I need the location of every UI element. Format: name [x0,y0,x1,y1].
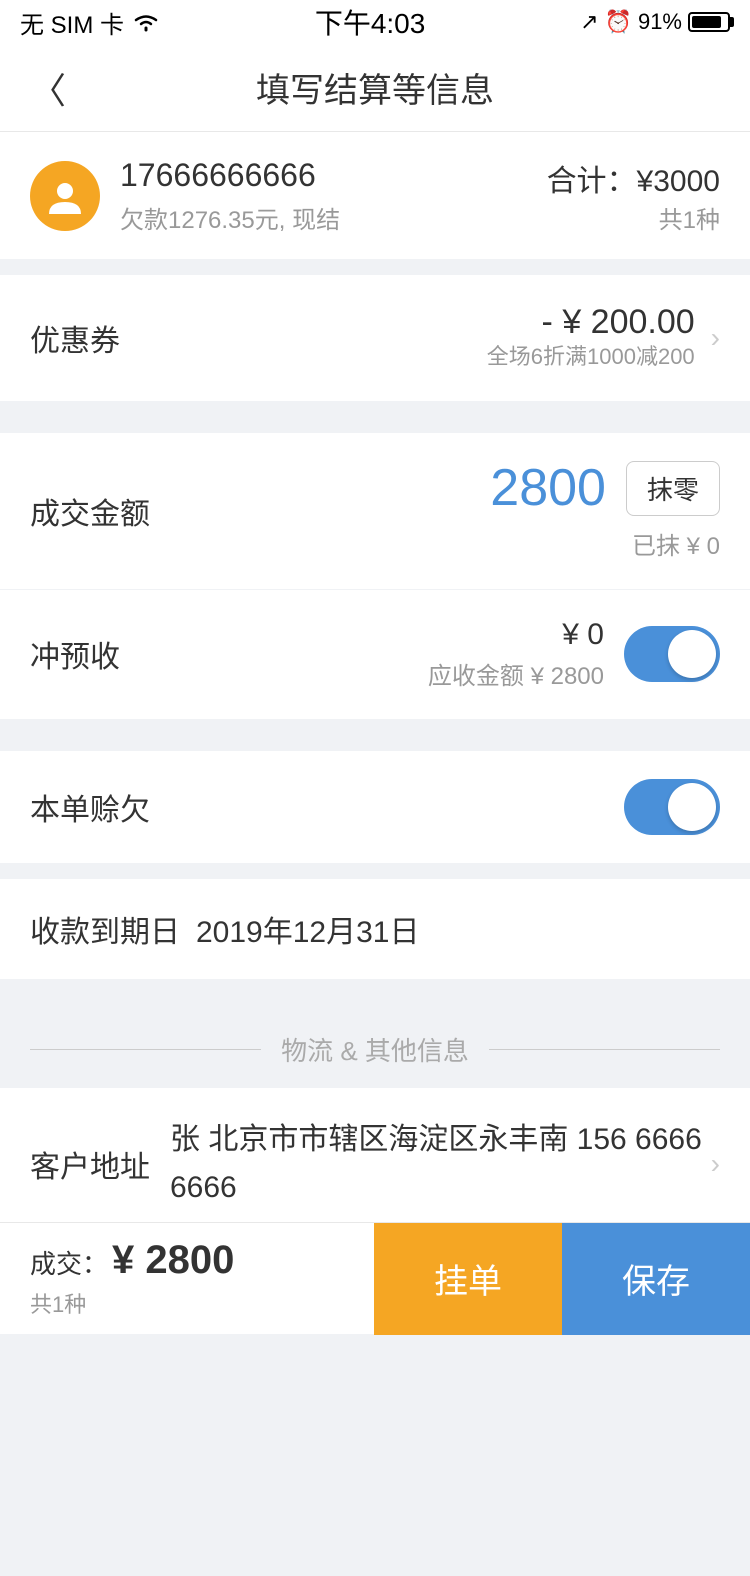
prepay-amount: ¥ 0 [562,618,604,652]
coupon-label: 优惠券 [30,316,120,360]
credit-label: 本单赊欠 [30,785,150,829]
customer-info: 17666666666 欠款1276.35元, 现结 [120,157,340,235]
section-divider-2 [0,735,750,751]
due-date-value: 2019年12月31日 [196,907,419,951]
address-value: 张 北京市市辖区海淀区永丰南 156 6666 6666 [170,1116,705,1212]
due-date-label: 收款到期日 [30,907,180,951]
coupon-right: - ¥ 200.00 全场6折满1000减200 › [487,303,720,373]
customer-total: 合计：¥3000 共1种 [547,156,720,235]
customer-row: 17666666666 欠款1276.35元, 现结 合计：¥3000 共1种 [0,132,750,259]
bottom-label: 成交： [30,1244,108,1281]
hold-button[interactable]: 挂单 [374,1223,562,1335]
credit-section: 本单赊欠 [0,751,750,863]
transaction-amount: 2800 [490,462,606,514]
status-bar: 无 SIM 卡 下午4:03 ↗ ⏰ 91% [0,0,750,44]
prepay-right: ¥ 0 应收金额 ¥ 2800 [428,618,604,691]
location-icon: ↗ [580,9,598,35]
prepay-label: 冲预收 [30,632,120,676]
status-right: ↗ ⏰ 91% [580,9,730,35]
section-divider-1 [0,417,750,433]
alarm-icon: ⏰ [605,9,632,35]
credit-row: 本单赊欠 [0,751,750,863]
bottom-count: 共1种 [30,1287,344,1319]
customer-left: 17666666666 欠款1276.35元, 现结 [30,157,340,235]
nav-bar: 〈 填写结算等信息 [0,44,750,132]
wifi-icon [132,12,160,32]
logistics-label: 物流 & 其他信息 [281,1031,469,1068]
logistics-line-left [30,1049,261,1050]
back-button[interactable]: 〈 [20,52,76,124]
avatar [30,161,100,231]
round-button[interactable]: 抹零 [626,461,720,516]
transaction-value-right: 2800 抹零 [490,461,720,516]
main-content: 17666666666 欠款1276.35元, 现结 合计：¥3000 共1种 … [0,132,750,1576]
coupon-desc: 全场6折满1000减200 [487,342,695,373]
transaction-label: 成交金额 [30,489,150,533]
total-amount: 合计：¥3000 [547,156,720,200]
bottom-summary: 成交： ¥ 2800 共1种 [0,1238,374,1319]
address-label: 客户地址 [30,1142,150,1186]
section-divider-3 [0,995,750,1011]
save-button[interactable]: 保存 [562,1223,750,1335]
total-count: 共1种 [547,200,720,235]
coupon-discount: - ¥ 200.00 [487,303,695,342]
customer-debt: 欠款1276.35元, 现结 [120,200,340,235]
bottom-amount: ¥ 2800 [112,1238,234,1283]
prepay-row: 冲预收 ¥ 0 应收金额 ¥ 2800 [0,590,750,719]
address-chevron-icon: › [711,1148,720,1180]
status-left: 无 SIM 卡 [20,5,160,40]
address-row[interactable]: 客户地址 张 北京市市辖区海淀区永丰南 156 6666 6666 › [0,1088,750,1240]
battery-percent: 91% [638,9,682,35]
sim-status: 无 SIM 卡 [20,5,124,40]
prepay-toggle[interactable] [624,626,720,682]
coupon-row[interactable]: 优惠券 - ¥ 200.00 全场6折满1000减200 › [0,275,750,401]
transaction-row: 成交金额 2800 抹零 已抹 ¥ 0 [0,433,750,590]
due-date-row: 收款到期日 2019年12月31日 [0,879,750,979]
customer-phone: 17666666666 [120,157,340,194]
chevron-right-icon: › [711,322,720,354]
logistics-line-right [489,1049,720,1050]
credit-toggle[interactable] [624,779,720,835]
bottom-bar: 成交： ¥ 2800 共1种 挂单 保存 [0,1222,750,1334]
transaction-section: 成交金额 2800 抹零 已抹 ¥ 0 冲预收 ¥ 0 应收金额 ¥ 2800 [0,433,750,719]
prepay-desc: 应收金额 ¥ 2800 [428,656,604,691]
status-time: 下午4:03 [315,2,426,42]
page-title: 填写结算等信息 [256,63,494,112]
amount-sub: 已抹 ¥ 0 [632,526,720,561]
battery-icon [688,12,730,32]
logistics-header: 物流 & 其他信息 [0,1011,750,1088]
